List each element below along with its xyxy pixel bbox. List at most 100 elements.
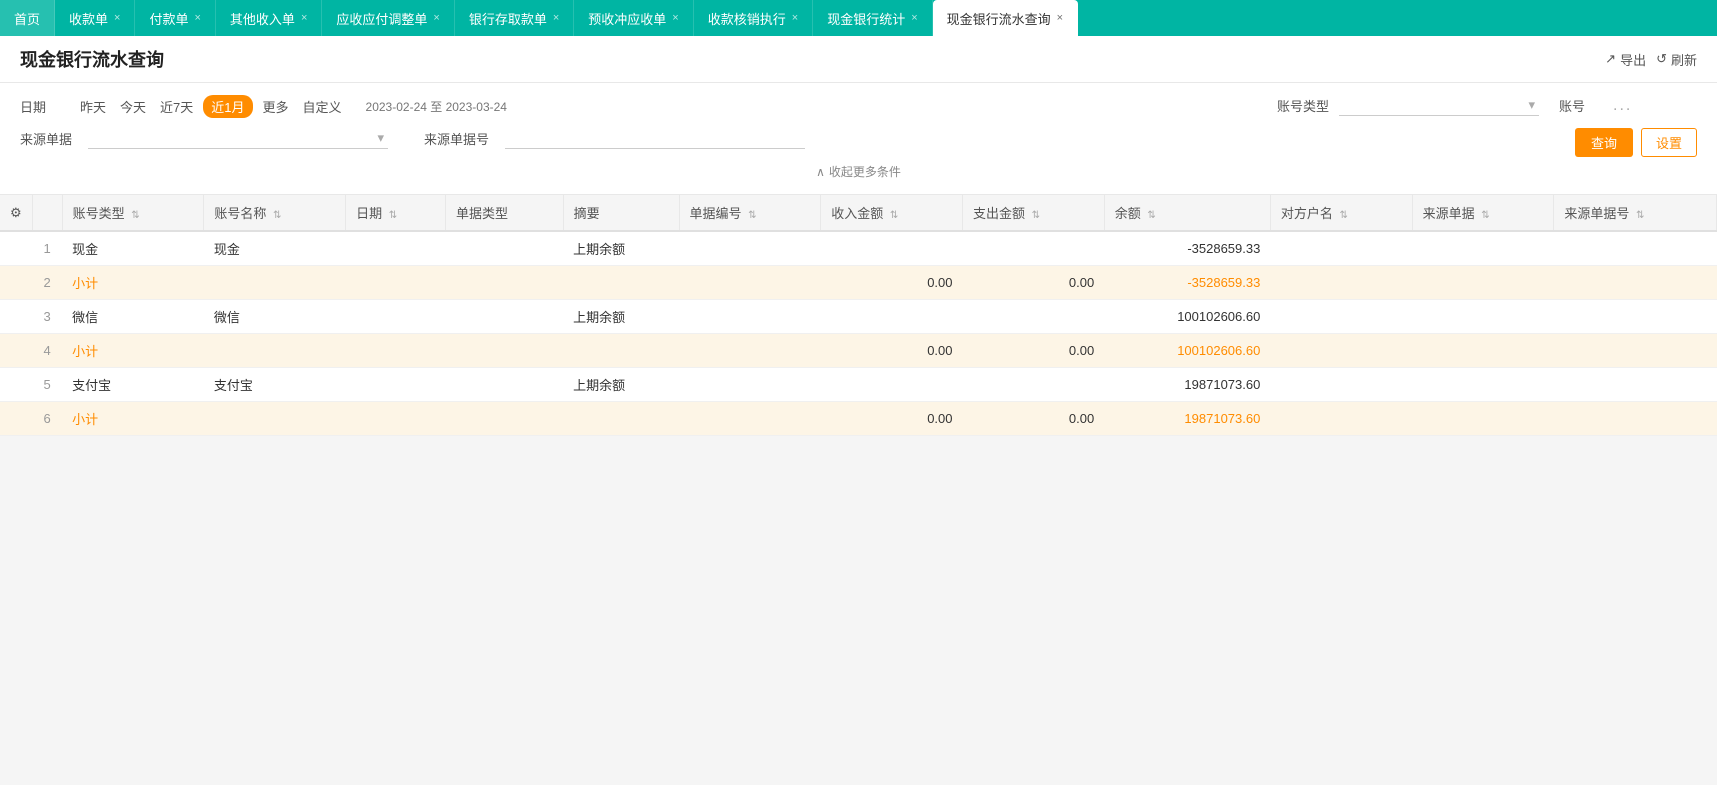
nav-close-icon[interactable]: × — [114, 12, 120, 24]
cell-num: 4 — [32, 334, 62, 368]
cell-income — [821, 231, 963, 266]
col-header-summary: 摘要 — [563, 195, 679, 231]
page-header: 现金银行流水查询 ↗ 导出 ↺ 刷新 — [0, 36, 1717, 83]
sort-icon: ⇅ — [273, 210, 281, 221]
cell-gear — [0, 266, 32, 300]
col-header-income[interactable]: 收入金额 ⇅ — [821, 195, 963, 231]
nav-close-icon[interactable]: × — [911, 12, 917, 24]
sort-icon: ⇅ — [389, 210, 397, 221]
cell-source_doc — [1412, 368, 1554, 402]
cell-account_type: 微信 — [62, 300, 204, 334]
col-header-counterpart[interactable]: 对方户名 ⇅ — [1270, 195, 1412, 231]
refresh-button[interactable]: ↺ 刷新 — [1656, 50, 1697, 69]
nav-close-icon[interactable]: × — [672, 12, 678, 24]
cell-doc_type — [445, 334, 563, 368]
export-button[interactable]: ↗ 导出 — [1605, 50, 1646, 69]
cell-income: 0.00 — [821, 334, 963, 368]
query-button[interactable]: 查询 — [1575, 128, 1633, 157]
account-type-select[interactable]: ▾ — [1339, 95, 1539, 116]
nav-item-其他收入单[interactable]: 其他收入单× — [216, 0, 322, 36]
table-row[interactable]: 1现金现金上期余额-3528659.33 — [0, 231, 1717, 266]
cell-balance: 19871073.60 — [1104, 368, 1270, 402]
gear-icon[interactable]: ⚙ — [10, 205, 22, 220]
nav-close-icon[interactable]: × — [433, 12, 439, 24]
source-doc-select[interactable]: ▾ — [88, 128, 388, 149]
date-range-display: 2023-02-24 至 2023-03-24 — [366, 98, 507, 115]
table-row[interactable]: 2小计0.000.00-3528659.33 — [0, 266, 1717, 300]
table-row[interactable]: 5支付宝支付宝上期余额19871073.60 — [0, 368, 1717, 402]
nav-item-现金银行统计[interactable]: 现金银行统计× — [813, 0, 932, 36]
nav-item-收款核销执行[interactable]: 收款核销执行× — [694, 0, 813, 36]
col-header-balance[interactable]: 余额 ⇅ — [1104, 195, 1270, 231]
cell-source_doc — [1412, 266, 1554, 300]
col-header-account_type[interactable]: 账号类型 ⇅ — [62, 195, 204, 231]
cell-expense: 0.00 — [963, 334, 1105, 368]
source-doc-no-label: 来源单据号 — [424, 129, 489, 148]
cell-account_type: 支付宝 — [62, 368, 204, 402]
col-header-account_name[interactable]: 账号名称 ⇅ — [204, 195, 346, 231]
col-header-expense[interactable]: 支出金额 ⇅ — [963, 195, 1105, 231]
cell-income — [821, 368, 963, 402]
sort-icon: ⇅ — [131, 210, 139, 221]
account-type-label: 账号类型 — [1277, 96, 1329, 115]
cell-source_doc_no — [1554, 368, 1717, 402]
col-header-num — [32, 195, 62, 231]
nav-item-收款单[interactable]: 收款单× — [55, 0, 135, 36]
data-table: ⚙账号类型 ⇅账号名称 ⇅日期 ⇅单据类型摘要单据编号 ⇅收入金额 ⇅支出金额 … — [0, 195, 1717, 436]
cell-summary — [563, 402, 679, 436]
col-header-doc_no[interactable]: 单据编号 ⇅ — [679, 195, 821, 231]
cell-income — [821, 300, 963, 334]
table-header: ⚙账号类型 ⇅账号名称 ⇅日期 ⇅单据类型摘要单据编号 ⇅收入金额 ⇅支出金额 … — [0, 195, 1717, 231]
nav-close-icon[interactable]: × — [553, 12, 559, 24]
nav-item-应收应付调整单[interactable]: 应收应付调整单× — [322, 0, 454, 36]
cell-doc_type — [445, 402, 563, 436]
account-type-chevron-icon: ▾ — [1528, 97, 1535, 113]
col-header-date[interactable]: 日期 ⇅ — [346, 195, 446, 231]
nav-close-icon[interactable]: × — [194, 12, 200, 24]
source-doc-no-input[interactable] — [505, 129, 805, 149]
cell-expense — [963, 368, 1105, 402]
col-header-source_doc[interactable]: 来源单据 ⇅ — [1412, 195, 1554, 231]
cell-expense — [963, 300, 1105, 334]
cell-account_name — [204, 266, 346, 300]
cell-num: 5 — [32, 368, 62, 402]
col-header-source_doc_no[interactable]: 来源单据号 ⇅ — [1554, 195, 1717, 231]
nav-close-icon[interactable]: × — [301, 12, 307, 24]
nav-item-现金银行流水查询[interactable]: 现金银行流水查询× — [933, 0, 1078, 36]
cell-gear — [0, 300, 32, 334]
sort-icon: ⇅ — [1147, 210, 1155, 221]
sort-icon: ⇅ — [1339, 210, 1347, 221]
sort-icon: ⇅ — [1481, 210, 1489, 221]
date-option-今天[interactable]: 今天 — [116, 95, 150, 118]
nav-item-首页[interactable]: 首页 — [0, 0, 55, 36]
collapse-bar[interactable]: ∧ 收起更多条件 — [20, 159, 1697, 186]
date-option-更多[interactable]: 更多 — [259, 95, 293, 118]
header-row: ⚙账号类型 ⇅账号名称 ⇅日期 ⇅单据类型摘要单据编号 ⇅收入金额 ⇅支出金额 … — [0, 195, 1717, 231]
date-option-自定义[interactable]: 自定义 — [299, 95, 346, 118]
date-option-近1月[interactable]: 近1月 — [203, 95, 252, 118]
nav-item-银行存取款单[interactable]: 银行存取款单× — [455, 0, 574, 36]
date-option-昨天[interactable]: 昨天 — [76, 95, 110, 118]
table-row[interactable]: 6小计0.000.0019871073.60 — [0, 402, 1717, 436]
sort-icon: ⇅ — [1636, 210, 1644, 221]
nav-item-预收冲应收单[interactable]: 预收冲应收单× — [574, 0, 693, 36]
cell-balance: 100102606.60 — [1104, 300, 1270, 334]
nav-item-付款单[interactable]: 付款单× — [135, 0, 215, 36]
date-option-近7天[interactable]: 近7天 — [156, 95, 197, 118]
settings-button[interactable]: 设置 — [1641, 128, 1697, 157]
cell-balance: 19871073.60 — [1104, 402, 1270, 436]
nav-close-icon[interactable]: × — [792, 12, 798, 24]
account-dots-button[interactable]: ... — [1609, 97, 1636, 115]
cell-summary: 上期余额 — [563, 300, 679, 334]
table-row[interactable]: 4小计0.000.00100102606.60 — [0, 334, 1717, 368]
top-navigation: 首页收款单×付款单×其他收入单×应收应付调整单×银行存取款单×预收冲应收单×收款… — [0, 0, 1717, 36]
cell-source_doc — [1412, 402, 1554, 436]
cell-source_doc_no — [1554, 231, 1717, 266]
filter-row-source: 来源单据 ▾ 来源单据号 — [20, 128, 1247, 149]
cell-num: 6 — [32, 402, 62, 436]
cell-account_type: 小计 — [62, 334, 204, 368]
cell-doc_no — [679, 402, 821, 436]
cell-counterpart — [1270, 402, 1412, 436]
nav-close-icon[interactable]: × — [1057, 12, 1063, 24]
table-row[interactable]: 3微信微信上期余额100102606.60 — [0, 300, 1717, 334]
